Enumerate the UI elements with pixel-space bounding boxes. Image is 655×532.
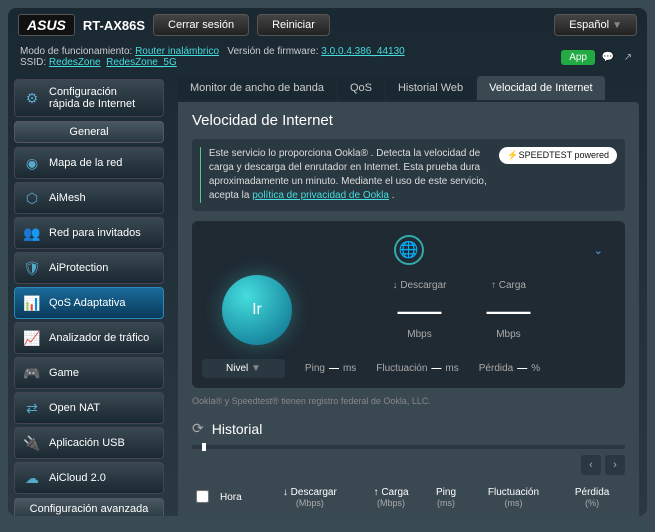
tab-monitor-de-ancho-de-banda[interactable]: Monitor de ancho de banda <box>178 76 336 100</box>
download-label: ↓ Descargar <box>393 280 447 291</box>
tab-velocidad-de-internet[interactable]: Velocidad de Internet <box>477 76 604 100</box>
mode-link[interactable]: Router inalámbrico <box>135 46 219 57</box>
nav-icon: 📈 <box>23 329 41 347</box>
brand-logo: ASUS <box>18 14 75 36</box>
nav-label: AiMesh <box>49 192 86 204</box>
wizard-icon: ⚙ <box>23 89 41 107</box>
sidebar-item-red-para-invitados[interactable]: 👥 Red para invitados <box>14 217 164 249</box>
col-ping: Ping(ms) <box>424 481 467 514</box>
nav-icon: 👥 <box>23 224 41 242</box>
mode-label: Modo de funcionamiento: <box>20 46 132 57</box>
sidebar-item-aicloud-2.0[interactable]: ☁ AiCloud 2.0 <box>14 462 164 494</box>
ssid1-link[interactable]: RedesZone <box>49 57 101 68</box>
nav-icon: ☁ <box>23 469 41 487</box>
upload-value: —— <box>486 299 530 325</box>
nav-label: Analizador de tráfico <box>49 332 149 344</box>
quick-setup-button[interactable]: ⚙ Configuraciónrápida de Internet <box>14 79 164 117</box>
nav-label: AiCloud 2.0 <box>49 472 106 484</box>
nav-label: Open NAT <box>49 402 100 414</box>
app-badge[interactable]: App <box>561 50 595 65</box>
tab-historial-web[interactable]: Historial Web <box>386 76 475 100</box>
logout-button[interactable]: Cerrar sesión <box>153 14 249 36</box>
go-button[interactable]: Ir <box>222 275 292 345</box>
notice-text: Este servicio lo proporciona Ookla® . De… <box>209 147 492 203</box>
nav-icon: 🔌 <box>23 434 41 452</box>
empty-message: No Test Results. <box>192 514 625 516</box>
col-upload: ↑ Carga(Mbps) <box>358 481 425 514</box>
download-value: —— <box>393 299 447 325</box>
reboot-button[interactable]: Reiniciar <box>257 14 330 36</box>
progress-bar <box>192 445 625 449</box>
nav-icon: ⬡ <box>23 189 41 207</box>
select-all-checkbox[interactable] <box>196 490 209 503</box>
nav-label: Aplicación USB <box>49 437 125 449</box>
next-page-button[interactable]: › <box>605 455 625 475</box>
sidebar-item-mapa-de-la-red[interactable]: ◉ Mapa de la red <box>14 147 164 179</box>
language-select[interactable]: Español ▼ <box>554 14 637 36</box>
fw-link[interactable]: 3.0.0.4.386_44130 <box>321 46 404 57</box>
nav-icon: 🛡 <box>23 259 41 277</box>
upload-label: ↑ Carga <box>486 280 530 291</box>
sidebar-item-open-nat[interactable]: ⇄ Open NAT <box>14 392 164 424</box>
feedback-icon[interactable]: 💬 <box>601 50 615 64</box>
sidebar-item-aiprotection[interactable]: 🛡 AiProtection <box>14 252 164 284</box>
expand-toggle[interactable]: ⌄ <box>594 244 603 257</box>
page-title: Velocidad de Internet <box>192 112 625 129</box>
nav-icon: ⇄ <box>23 399 41 417</box>
footnote: Ookla® y Speedtest® tienen registro fede… <box>192 396 625 406</box>
ssid2-link[interactable]: RedesZone_5G <box>106 57 177 68</box>
advanced-header: Configuración avanzada <box>14 498 164 516</box>
tab-qos[interactable]: QoS <box>338 76 384 100</box>
col-loss: Pérdida(%) <box>559 481 625 514</box>
model-label: RT-AX86S <box>83 18 145 33</box>
speedtest-badge: ⚡SPEEDTEST powered <box>499 147 617 164</box>
nav-label: Red para invitados <box>49 227 141 239</box>
notice-accent <box>200 147 201 203</box>
prev-page-button[interactable]: ‹ <box>581 455 601 475</box>
globe-icon: 🌐 <box>394 235 424 265</box>
nav-label: Game <box>49 367 79 379</box>
sidebar-item-qos-adaptativa[interactable]: 📊 QoS Adaptativa <box>14 287 164 319</box>
fw-label: Versión de firmware: <box>227 46 318 57</box>
nav-icon: 📊 <box>23 294 41 312</box>
sidebar-item-aimesh[interactable]: ⬡ AiMesh <box>14 182 164 214</box>
download-unit: Mbps <box>393 329 447 340</box>
sidebar-item-aplicación-usb[interactable]: 🔌 Aplicación USB <box>14 427 164 459</box>
ookla-policy-link[interactable]: política de privacidad de Ookla <box>252 190 389 201</box>
col-time: Hora <box>216 481 262 514</box>
nav-label: Mapa de la red <box>49 157 122 169</box>
general-header: General <box>14 121 164 143</box>
level-button[interactable]: Nivel ▼ <box>202 359 285 378</box>
ssid-label: SSID: <box>20 57 46 68</box>
col-jitter: Fluctuación(ms) <box>468 481 560 514</box>
nav-icon: ◉ <box>23 154 41 172</box>
sidebar-item-analizador-de-tráfico[interactable]: 📈 Analizador de tráfico <box>14 322 164 354</box>
upload-unit: Mbps <box>486 329 530 340</box>
col-download: ↓ Descargar(Mbps) <box>262 481 358 514</box>
refresh-icon[interactable]: ⟳ <box>192 420 204 437</box>
nav-label: QoS Adaptativa <box>49 297 125 309</box>
nav-icon: 🎮 <box>23 364 41 382</box>
chevron-down-icon: ▼ <box>612 20 622 31</box>
share-icon[interactable]: ↗ <box>621 50 635 64</box>
history-title: Historial <box>212 421 263 437</box>
sidebar-item-game[interactable]: 🎮 Game <box>14 357 164 389</box>
nav-label: AiProtection <box>49 262 108 274</box>
